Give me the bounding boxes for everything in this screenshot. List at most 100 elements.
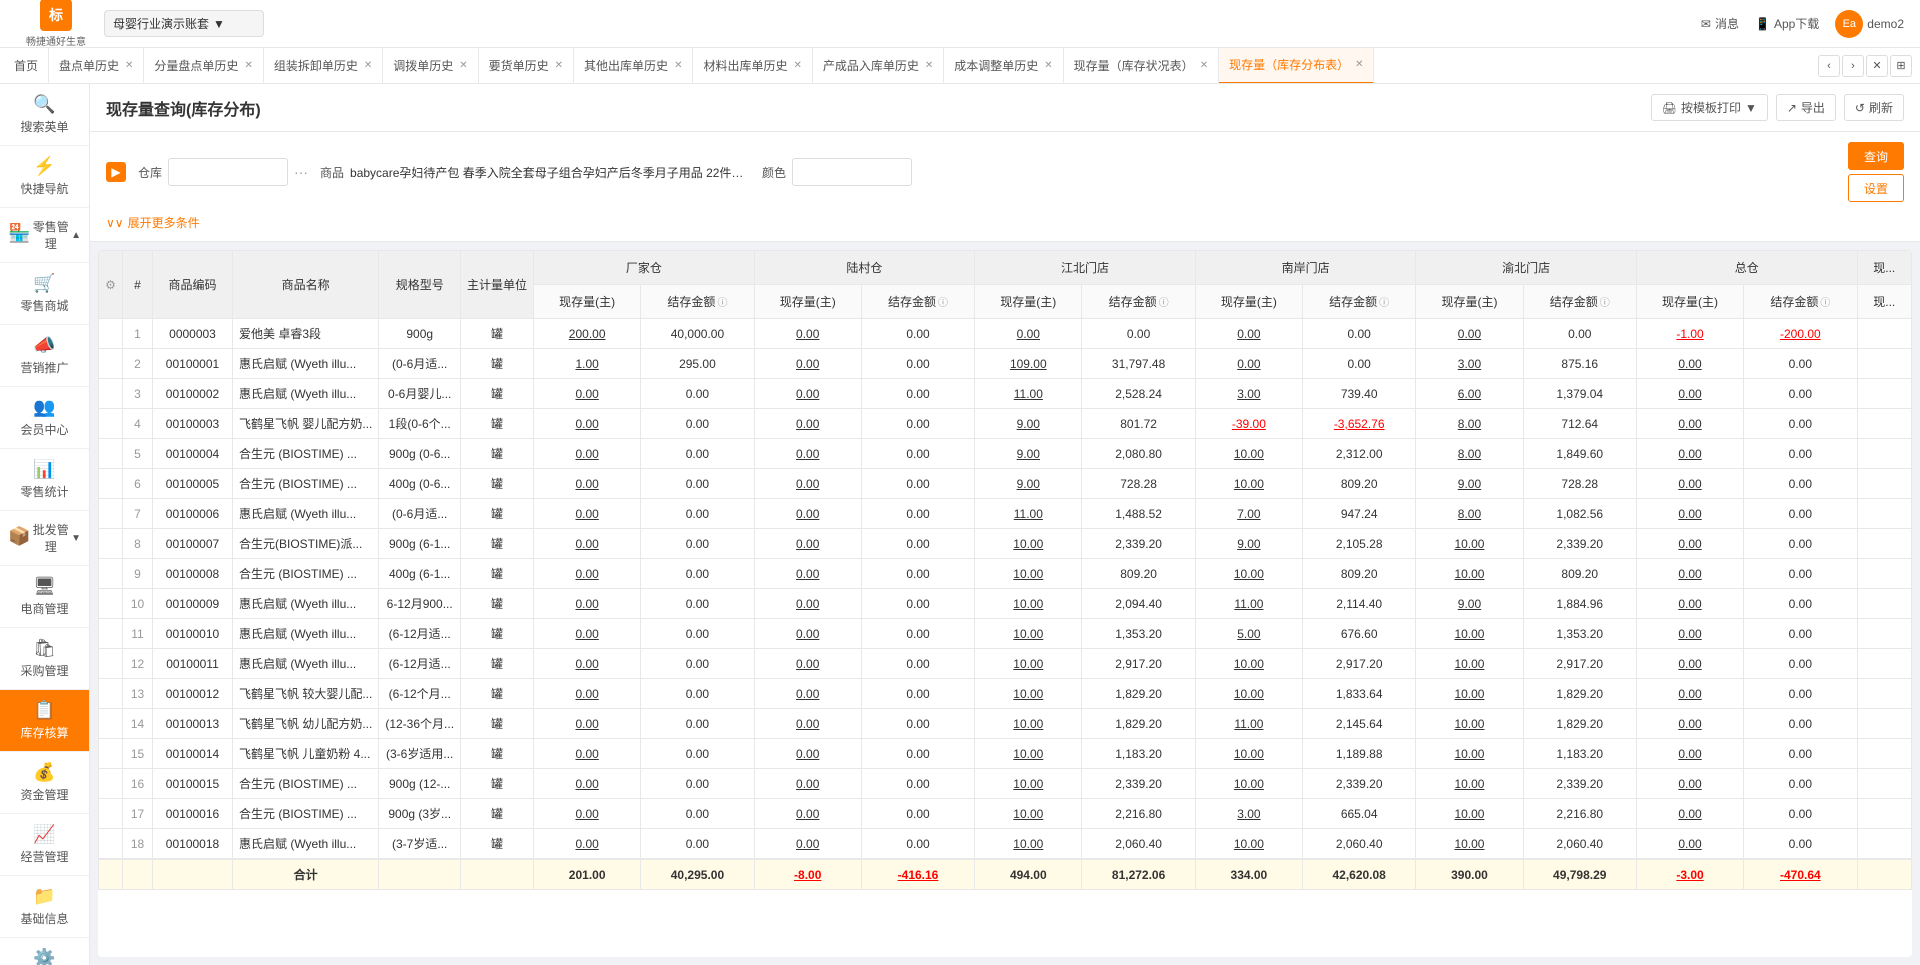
row-lushan-stock[interactable]: 0.00	[754, 799, 861, 829]
sidebar-item-wholesale[interactable]: 📦 批发管理 ▼	[0, 511, 89, 566]
print-btn[interactable]: 🖨 按模板打印 ▼	[1651, 94, 1768, 121]
tab-9[interactable]: 成本调整单历史 ✕	[944, 48, 1063, 84]
tab-2-close[interactable]: ✕	[244, 60, 252, 71]
app-download-btn[interactable]: 📱 App下载	[1755, 15, 1819, 32]
row-yubei-stock[interactable]: 10.00	[1416, 799, 1523, 829]
sidebar-item-ecommerce[interactable]: 🖥 电商管理	[0, 566, 89, 628]
row-nanan-stock[interactable]: -39.00	[1195, 409, 1302, 439]
row-lushan-stock[interactable]: 0.00	[754, 319, 861, 349]
row-factory-stock[interactable]: 0.00	[534, 499, 641, 529]
row-lushan-stock[interactable]: 0.00	[754, 739, 861, 769]
tab-9-close[interactable]: ✕	[1044, 60, 1052, 71]
row-lushan-stock[interactable]: 0.00	[754, 439, 861, 469]
row-total-stock[interactable]: 0.00	[1636, 529, 1743, 559]
row-jiangbei-stock[interactable]: 9.00	[975, 469, 1082, 499]
user-area[interactable]: Ea demo2	[1835, 10, 1904, 38]
gear-icon[interactable]: ⚙	[105, 278, 116, 292]
row-lushan-stock[interactable]: 0.00	[754, 469, 861, 499]
row-lushan-stock[interactable]: 0.00	[754, 559, 861, 589]
row-total-stock[interactable]: 0.00	[1636, 769, 1743, 799]
row-factory-stock[interactable]: 0.00	[534, 829, 641, 860]
sidebar-item-system[interactable]: ⚙️ 系统管理	[0, 938, 89, 965]
expand-conditions-btn[interactable]: ∨∨ 展开更多条件	[106, 214, 200, 231]
factory-info-icon[interactable]: ⓘ	[717, 298, 727, 309]
row-jiangbei-stock[interactable]: 10.00	[975, 619, 1082, 649]
row-lushan-stock[interactable]: 0.00	[754, 349, 861, 379]
refresh-btn[interactable]: ↺ 刷新	[1844, 94, 1904, 121]
tab-10-close[interactable]: ✕	[1200, 60, 1208, 71]
tab-2[interactable]: 分量盘点单历史 ✕	[144, 48, 263, 84]
warehouse-dots[interactable]: ···	[294, 164, 308, 180]
sidebar-item-base-info[interactable]: 📁 基础信息	[0, 876, 89, 938]
row-total-stock[interactable]: 0.00	[1636, 409, 1743, 439]
tab-1-close[interactable]: ✕	[125, 60, 133, 71]
sidebar-item-mall[interactable]: 🛒 零售商城	[0, 263, 89, 325]
row-factory-stock[interactable]: 0.00	[534, 589, 641, 619]
row-jiangbei-stock[interactable]: 10.00	[975, 769, 1082, 799]
tab-7-close[interactable]: ✕	[793, 60, 801, 71]
row-yubei-stock[interactable]: 0.00	[1416, 319, 1523, 349]
row-factory-stock[interactable]: 0.00	[534, 559, 641, 589]
row-total-stock[interactable]: 0.00	[1636, 619, 1743, 649]
row-jiangbei-stock[interactable]: 10.00	[975, 559, 1082, 589]
row-lushan-stock[interactable]: 0.00	[754, 679, 861, 709]
row-lushan-stock[interactable]: 0.00	[754, 409, 861, 439]
row-jiangbei-stock[interactable]: 10.00	[975, 529, 1082, 559]
row-jiangbei-stock[interactable]: 10.00	[975, 679, 1082, 709]
row-nanan-stock[interactable]: 11.00	[1195, 709, 1302, 739]
row-factory-stock[interactable]: 0.00	[534, 769, 641, 799]
row-lushan-stock[interactable]: 0.00	[754, 379, 861, 409]
row-jiangbei-stock[interactable]: 9.00	[975, 439, 1082, 469]
row-factory-stock[interactable]: 0.00	[534, 469, 641, 499]
row-nanan-stock[interactable]: 10.00	[1195, 769, 1302, 799]
row-nanan-stock[interactable]: 10.00	[1195, 559, 1302, 589]
row-factory-stock[interactable]: 0.00	[534, 619, 641, 649]
row-total-stock[interactable]: 0.00	[1636, 799, 1743, 829]
row-jiangbei-stock[interactable]: 109.00	[975, 349, 1082, 379]
row-nanan-stock[interactable]: 10.00	[1195, 439, 1302, 469]
row-nanan-stock[interactable]: 0.00	[1195, 319, 1302, 349]
row-yubei-stock[interactable]: 3.00	[1416, 349, 1523, 379]
sidebar-item-search[interactable]: 🔍 搜索英单	[0, 84, 89, 146]
color-input[interactable]	[792, 158, 912, 186]
row-total-stock[interactable]: 0.00	[1636, 679, 1743, 709]
row-jiangbei-stock[interactable]: 9.00	[975, 409, 1082, 439]
row-total-stock[interactable]: 0.00	[1636, 439, 1743, 469]
row-total-stock[interactable]: 0.00	[1636, 469, 1743, 499]
row-lushan-stock[interactable]: 0.00	[754, 529, 861, 559]
row-lushan-stock[interactable]: 0.00	[754, 619, 861, 649]
yubei-info-icon[interactable]: ⓘ	[1600, 298, 1610, 309]
sidebar-item-nav[interactable]: ⚡ 快捷导航	[0, 146, 89, 208]
tab-5[interactable]: 要货单历史 ✕	[479, 48, 574, 84]
row-yubei-stock[interactable]: 8.00	[1416, 499, 1523, 529]
row-total-stock[interactable]: -1.00	[1636, 319, 1743, 349]
row-factory-stock[interactable]: 0.00	[534, 649, 641, 679]
row-factory-stock[interactable]: 0.00	[534, 679, 641, 709]
row-nanan-stock[interactable]: 11.00	[1195, 589, 1302, 619]
row-yubei-stock[interactable]: 10.00	[1416, 709, 1523, 739]
row-factory-stock[interactable]: 0.00	[534, 799, 641, 829]
row-nanan-stock[interactable]: 5.00	[1195, 619, 1302, 649]
row-yubei-stock[interactable]: 10.00	[1416, 829, 1523, 860]
row-total-stock[interactable]: 0.00	[1636, 559, 1743, 589]
row-factory-stock[interactable]: 1.00	[534, 349, 641, 379]
row-nanan-stock[interactable]: 10.00	[1195, 679, 1302, 709]
tab-11-close[interactable]: ✕	[1355, 59, 1363, 70]
row-jiangbei-stock[interactable]: 10.00	[975, 709, 1082, 739]
row-total-stock[interactable]: 0.00	[1636, 379, 1743, 409]
row-nanan-stock[interactable]: 0.00	[1195, 349, 1302, 379]
sidebar-item-retail-mgmt[interactable]: 🏪 零售管理 ▲	[0, 208, 89, 263]
row-jiangbei-stock[interactable]: 10.00	[975, 799, 1082, 829]
row-jiangbei-stock[interactable]: 10.00	[975, 649, 1082, 679]
row-total-stock[interactable]: 0.00	[1636, 499, 1743, 529]
sidebar-item-member[interactable]: 👥 会员中心	[0, 387, 89, 449]
row-factory-stock[interactable]: 0.00	[534, 529, 641, 559]
row-yubei-stock[interactable]: 10.00	[1416, 769, 1523, 799]
row-nanan-stock[interactable]: 7.00	[1195, 499, 1302, 529]
tab-8[interactable]: 产成品入库单历史 ✕	[813, 48, 944, 84]
nanan-info-icon[interactable]: ⓘ	[1379, 298, 1389, 309]
row-jiangbei-stock[interactable]: 0.00	[975, 319, 1082, 349]
row-nanan-stock[interactable]: 3.00	[1195, 799, 1302, 829]
row-yubei-stock[interactable]: 10.00	[1416, 529, 1523, 559]
tab-expand-btn[interactable]: ⊞	[1890, 55, 1912, 77]
